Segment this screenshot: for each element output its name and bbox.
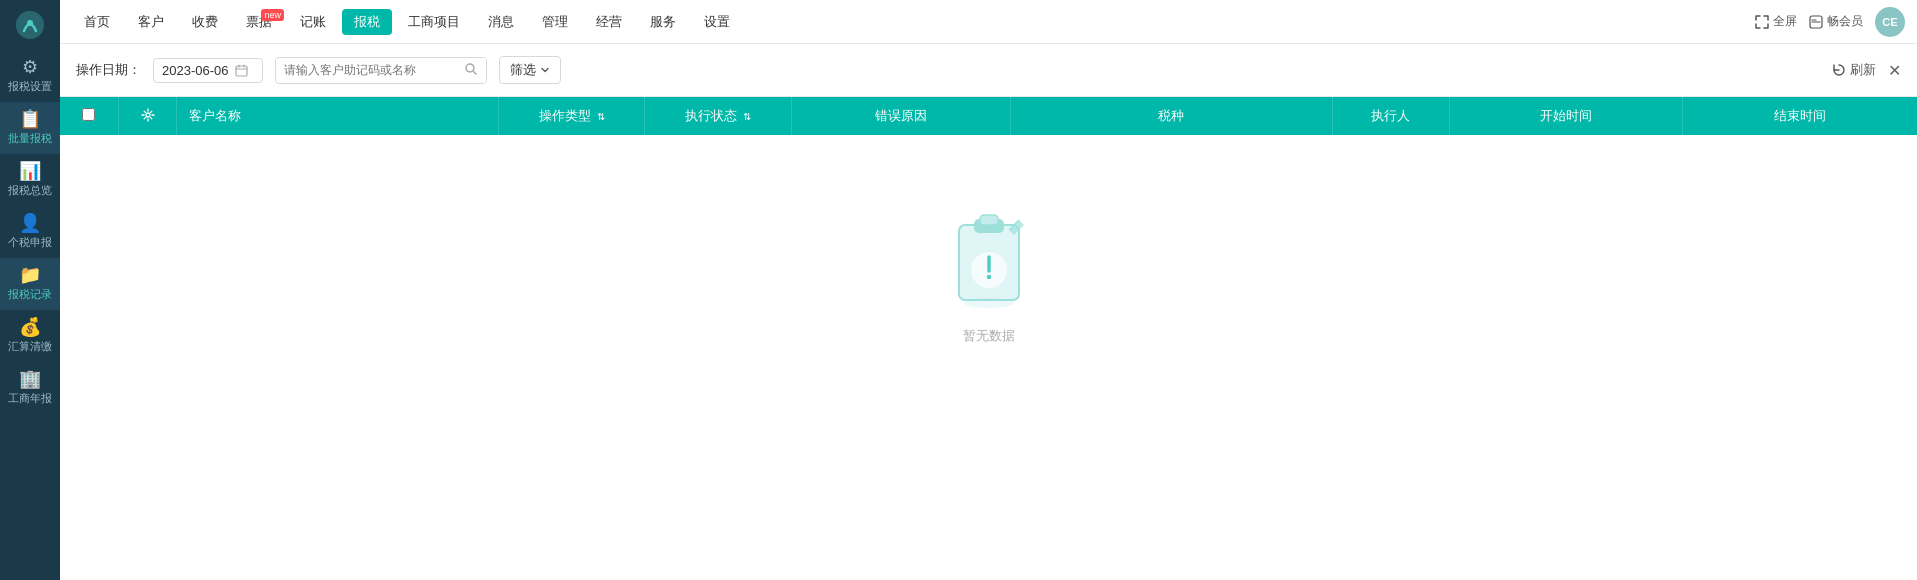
nav-items: 首页 客户 收费 票据 new 记账 报税 工商项目 消息: [72, 9, 1755, 35]
search-button[interactable]: [456, 58, 486, 83]
toolbar-actions: 刷新 ✕: [1832, 61, 1901, 80]
column-settings-icon[interactable]: [141, 108, 155, 122]
th-end-time: 结束时间: [1683, 97, 1917, 135]
th-status: 执行状态 ⇅: [645, 97, 791, 135]
sidebar-item-geshuishenbao[interactable]: 👤 个税申报: [0, 206, 60, 258]
th-op-type: 操作类型 ⇅: [499, 97, 645, 135]
date-label: 操作日期：: [76, 61, 141, 79]
sidebar-item-baoshui-zonlan[interactable]: 📊 报税总览: [0, 154, 60, 206]
nav-jingying[interactable]: 经营: [584, 9, 634, 35]
th-settings: [118, 97, 176, 135]
empty-text: 暂无数据: [963, 327, 1015, 345]
settlement-icon: 💰: [19, 318, 41, 336]
nav-xiaoxi[interactable]: 消息: [476, 9, 526, 35]
nav-jizha[interactable]: 记账: [288, 9, 338, 35]
annual-report-icon: 🏢: [19, 370, 41, 388]
page-content: 操作日期： 2023-06-06 筛选: [60, 44, 1917, 580]
th-start-time: 开始时间: [1449, 97, 1683, 135]
main-content: 首页 客户 收费 票据 new 记账 报税 工商项目 消息: [60, 0, 1917, 580]
page-toolbar: 操作日期： 2023-06-06 筛选: [60, 44, 1917, 97]
batch-tax-icon: 📋: [19, 110, 41, 128]
sidebar-item-huisuanjiaona[interactable]: 💰 汇算清缴: [0, 310, 60, 362]
status-sort-icon: ⇅: [743, 111, 751, 122]
svg-point-11: [964, 298, 1014, 308]
nav-baoshui[interactable]: 报税: [342, 9, 392, 35]
th-executor: 执行人: [1332, 97, 1449, 135]
data-table-wrap: 客户名称 操作类型 ⇅ 执行状态 ⇅ 错误原因: [60, 97, 1917, 580]
search-input[interactable]: [276, 59, 456, 81]
empty-state: 暂无数据: [60, 135, 1917, 405]
filter-button[interactable]: 筛选: [499, 56, 561, 84]
search-container: [275, 57, 487, 84]
th-error: 错误原因: [791, 97, 1010, 135]
overview-icon: 📊: [19, 162, 41, 180]
refresh-icon: [1832, 63, 1846, 77]
nav-guanli[interactable]: 管理: [530, 9, 580, 35]
op-type-sort-icon: ⇅: [597, 111, 605, 122]
select-all-checkbox[interactable]: [82, 108, 95, 121]
svg-rect-3: [236, 66, 247, 76]
nav-shezhi[interactable]: 设置: [692, 9, 742, 35]
fullscreen-button[interactable]: 全屏: [1755, 13, 1797, 30]
sidebar-item-baoshuijilu[interactable]: 📁 报税记录: [0, 258, 60, 310]
refresh-button[interactable]: 刷新: [1832, 61, 1876, 79]
th-customer-name: 客户名称: [177, 97, 499, 135]
th-checkbox: [60, 97, 118, 135]
member-icon: [1809, 15, 1823, 29]
user-avatar[interactable]: CE: [1875, 7, 1905, 37]
chevron-down-icon: [540, 65, 550, 75]
nav-customer[interactable]: 客户: [126, 9, 176, 35]
data-table: 客户名称 操作类型 ⇅ 执行状态 ⇅ 错误原因: [60, 97, 1917, 135]
nav-home[interactable]: 首页: [72, 9, 122, 35]
nav-gongshang[interactable]: 工商项目: [396, 9, 472, 35]
calendar-icon: [235, 64, 248, 77]
record-icon: 📁: [19, 266, 41, 284]
sidebar-item-baoshui-shezhi[interactable]: ⚙ 报税设置: [0, 50, 60, 102]
svg-rect-8: [980, 215, 998, 225]
close-button[interactable]: ✕: [1888, 61, 1901, 80]
sidebar-item-gongshangnianb[interactable]: 🏢 工商年报: [0, 362, 60, 414]
nav-piaojv[interactable]: 票据 new: [234, 9, 284, 35]
settings-icon: ⚙: [22, 58, 38, 76]
sidebar-item-piliang-baoshui[interactable]: 📋 批量报税: [0, 102, 60, 154]
top-navigation: 首页 客户 收费 票据 new 记账 报税 工商项目 消息: [60, 0, 1917, 44]
date-picker[interactable]: 2023-06-06: [153, 58, 263, 83]
th-tax: 税种: [1010, 97, 1332, 135]
search-icon: [464, 62, 478, 76]
nav-shoufei[interactable]: 收费: [180, 9, 230, 35]
sidebar: ⚙ 报税设置 📋 批量报税 📊 报税总览 👤 个税申报 📁 报税记录 💰 汇算清…: [0, 0, 60, 580]
personal-tax-icon: 👤: [19, 214, 41, 232]
fullscreen-icon: [1755, 15, 1769, 29]
svg-point-1: [27, 20, 33, 26]
topnav-right-actions: 全屏 畅会员 CE: [1755, 7, 1905, 37]
empty-illustration: [929, 195, 1049, 315]
svg-point-5: [146, 113, 150, 117]
svg-point-4: [466, 64, 474, 72]
sidebar-logo: [0, 0, 60, 50]
new-badge: new: [261, 9, 284, 22]
nav-fuwu[interactable]: 服务: [638, 9, 688, 35]
svg-point-10: [986, 275, 990, 279]
member-button[interactable]: 畅会员: [1809, 13, 1863, 30]
